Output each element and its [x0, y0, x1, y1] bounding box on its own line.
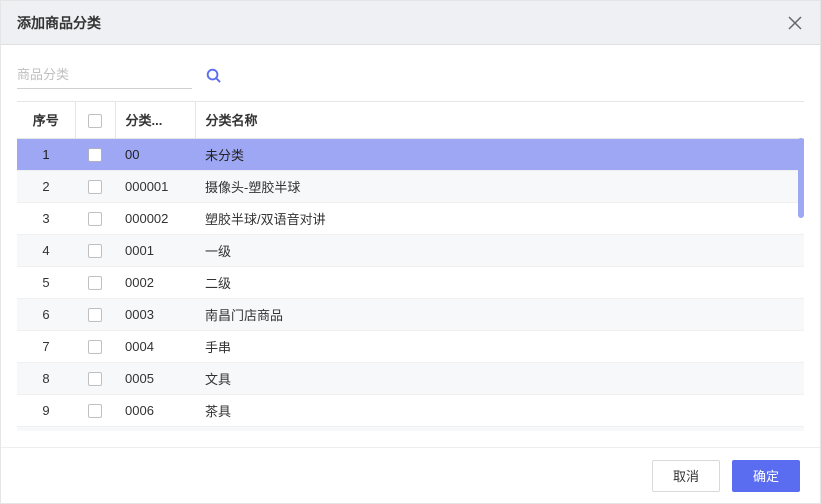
cell-checkbox: [75, 266, 115, 298]
cell-name: 南昌门店商品: [195, 298, 804, 330]
search-input[interactable]: [17, 61, 192, 89]
select-all-checkbox[interactable]: [88, 114, 102, 128]
cell-name: 一级: [195, 234, 804, 266]
scrollbar-thumb[interactable]: [798, 138, 804, 218]
cell-seq: 3: [17, 202, 75, 234]
cell-code: 000001: [115, 170, 195, 202]
cell-name: 未分类: [195, 138, 804, 170]
table-header-row: 序号 分类... 分类名称: [17, 102, 804, 138]
cell-seq: 1: [17, 138, 75, 170]
search-button[interactable]: [206, 68, 221, 83]
cell-checkbox: [75, 394, 115, 426]
table-row[interactable]: 9 0006茶具: [17, 394, 804, 426]
cell-code: 0006: [115, 394, 195, 426]
cell-code: 0001: [115, 234, 195, 266]
cell-name: 文具: [195, 362, 804, 394]
table-scroll[interactable]: 序号 分类... 分类名称 1 00未分类 2 000001摄像头-塑胶半球 3 0000…: [17, 102, 804, 431]
cell-code: 0002: [115, 266, 195, 298]
table-wrap: 序号 分类... 分类名称 1 00未分类 2 000001摄像头-塑胶半球 3 0000…: [17, 101, 804, 431]
row-checkbox[interactable]: [88, 212, 102, 226]
th-name: 分类名称: [195, 102, 804, 138]
row-checkbox[interactable]: [88, 340, 102, 354]
row-checkbox[interactable]: [88, 148, 102, 162]
cell-seq: 5: [17, 266, 75, 298]
row-checkbox[interactable]: [88, 404, 102, 418]
cancel-button[interactable]: 取消: [652, 460, 720, 492]
table-row[interactable]: 3 000002塑胶半球/双语音对讲: [17, 202, 804, 234]
modal-footer: 取消 确定: [1, 447, 820, 503]
category-table: 序号 分类... 分类名称 1 00未分类 2 000001摄像头-塑胶半球 3 0000…: [17, 102, 804, 431]
cell-code: 0004: [115, 330, 195, 362]
cell-seq: 4: [17, 234, 75, 266]
row-checkbox[interactable]: [88, 180, 102, 194]
table-row[interactable]: 1 00未分类: [17, 138, 804, 170]
modal-title: 添加商品分类: [17, 13, 101, 33]
cell-name: 二级: [195, 266, 804, 298]
cell-checkbox: [75, 298, 115, 330]
table-row[interactable]: 5 0002二级: [17, 266, 804, 298]
cell-checkbox: [75, 362, 115, 394]
cell-code: 0005: [115, 362, 195, 394]
table-row[interactable]: 7 0004手串: [17, 330, 804, 362]
th-seq: 序号: [17, 102, 75, 138]
cell-name: 手串: [195, 330, 804, 362]
cell-checkbox: [75, 170, 115, 202]
modal-header: 添加商品分类: [1, 1, 820, 45]
table-row[interactable]: 4 0001一级: [17, 234, 804, 266]
cell-checkbox: [75, 426, 115, 431]
row-checkbox[interactable]: [88, 308, 102, 322]
row-checkbox[interactable]: [88, 276, 102, 290]
search-row: [17, 61, 804, 89]
close-icon: [788, 16, 802, 30]
th-checkbox: [75, 102, 115, 138]
cell-name: 摄像头-塑胶半球: [195, 170, 804, 202]
cell-code: 00: [115, 138, 195, 170]
add-category-modal: 添加商品分类 序号: [0, 0, 821, 504]
cell-name: 塑胶半球/双语音对讲: [195, 202, 804, 234]
cell-code: 0007: [115, 426, 195, 431]
modal-body: 序号 分类... 分类名称 1 00未分类 2 000001摄像头-塑胶半球 3 0000…: [1, 45, 820, 447]
close-button[interactable]: [786, 14, 804, 32]
ok-button[interactable]: 确定: [732, 460, 800, 492]
cell-code: 0003: [115, 298, 195, 330]
cell-seq: 10: [17, 426, 75, 431]
cell-checkbox: [75, 330, 115, 362]
row-checkbox[interactable]: [88, 372, 102, 386]
search-icon: [206, 68, 221, 83]
cell-checkbox: [75, 202, 115, 234]
cell-name: 茶具: [195, 394, 804, 426]
cell-seq: 6: [17, 298, 75, 330]
cell-name: 布娃娃: [195, 426, 804, 431]
table-row[interactable]: 10 0007布娃娃: [17, 426, 804, 431]
cell-checkbox: [75, 138, 115, 170]
cell-checkbox: [75, 234, 115, 266]
table-row[interactable]: 6 0003南昌门店商品: [17, 298, 804, 330]
cell-seq: 8: [17, 362, 75, 394]
cell-code: 000002: [115, 202, 195, 234]
cell-seq: 9: [17, 394, 75, 426]
table-row[interactable]: 8 0005文具: [17, 362, 804, 394]
table-row[interactable]: 2 000001摄像头-塑胶半球: [17, 170, 804, 202]
row-checkbox[interactable]: [88, 244, 102, 258]
cell-seq: 7: [17, 330, 75, 362]
th-code: 分类...: [115, 102, 195, 138]
cell-seq: 2: [17, 170, 75, 202]
